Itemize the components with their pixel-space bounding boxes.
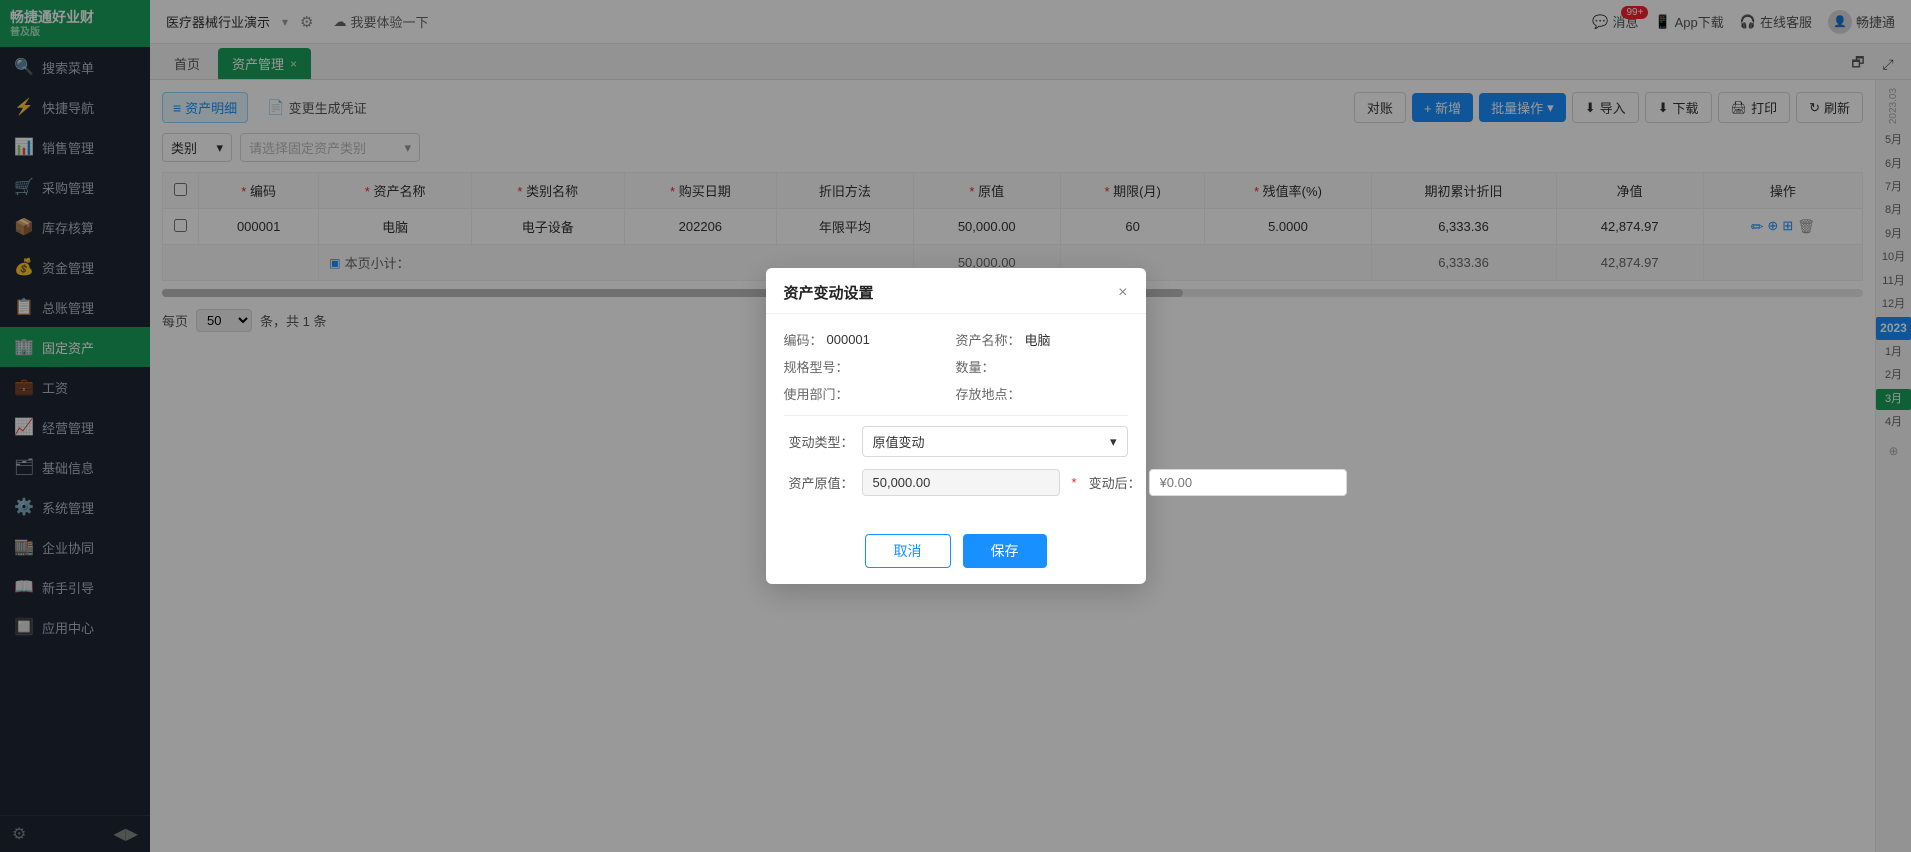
modal-location-item: 存放地点： bbox=[956, 384, 1128, 403]
modal-after-change-input[interactable] bbox=[1149, 469, 1347, 496]
chevron-down-icon: ▾ bbox=[1110, 434, 1117, 450]
modal-spec-item: 规格型号： bbox=[784, 357, 956, 376]
modal-close-icon[interactable]: × bbox=[1118, 284, 1127, 302]
modal-change-type-row: 变动类型： 原值变动 ▾ bbox=[784, 426, 1128, 457]
modal-divider bbox=[784, 415, 1128, 416]
modal-asset-name-label: 资产名称： bbox=[956, 330, 1021, 349]
modal-change-type-select[interactable]: 原值变动 ▾ bbox=[862, 426, 1128, 457]
modal-title: 资产变动设置 bbox=[784, 282, 874, 303]
modal-location-label: 存放地点： bbox=[956, 384, 1021, 403]
save-label: 保存 bbox=[991, 543, 1019, 559]
modal-footer: 取消 保存 bbox=[766, 524, 1146, 584]
modal-body: 编码： 000001 资产名称： 电脑 规格型号： 数量： 使用部门： bbox=[766, 314, 1146, 524]
modal-cancel-btn[interactable]: 取消 bbox=[865, 534, 951, 568]
modal-asset-name-value: 电脑 bbox=[1025, 330, 1051, 349]
modal-asset-name-item: 资产名称： 电脑 bbox=[956, 330, 1128, 349]
modal-dept-label: 使用部门： bbox=[784, 384, 849, 403]
modal-code-value: 000001 bbox=[827, 332, 870, 347]
modal-header: 资产变动设置 × bbox=[766, 268, 1146, 314]
modal-change-type-value: 原值变动 bbox=[873, 432, 925, 451]
modal-original-value-input[interactable] bbox=[862, 469, 1060, 496]
modal-dept-item: 使用部门： bbox=[784, 384, 956, 403]
asset-change-modal: 资产变动设置 × 编码： 000001 资产名称： 电脑 规格型号： 数量： bbox=[766, 268, 1146, 584]
modal-quantity-label: 数量： bbox=[956, 357, 995, 376]
modal-code-label: 编码： bbox=[784, 330, 823, 349]
modal-original-value-row: 资产原值： * 变动后： bbox=[784, 469, 1128, 496]
cancel-label: 取消 bbox=[894, 543, 922, 559]
modal-code-item: 编码： 000001 bbox=[784, 330, 956, 349]
modal-original-value-label: 资产原值： bbox=[784, 473, 854, 492]
modal-change-type-label: 变动类型： bbox=[784, 432, 854, 451]
required-mark: * bbox=[1072, 475, 1077, 490]
modal-after-change-label: 变动后： bbox=[1089, 473, 1141, 492]
modal-save-btn[interactable]: 保存 bbox=[963, 534, 1047, 568]
modal-spec-label: 规格型号： bbox=[784, 357, 849, 376]
modal-overlay: 资产变动设置 × 编码： 000001 资产名称： 电脑 规格型号： 数量： bbox=[0, 0, 1911, 852]
modal-info-grid: 编码： 000001 资产名称： 电脑 规格型号： 数量： 使用部门： bbox=[784, 330, 1128, 403]
modal-quantity-item: 数量： bbox=[956, 357, 1128, 376]
